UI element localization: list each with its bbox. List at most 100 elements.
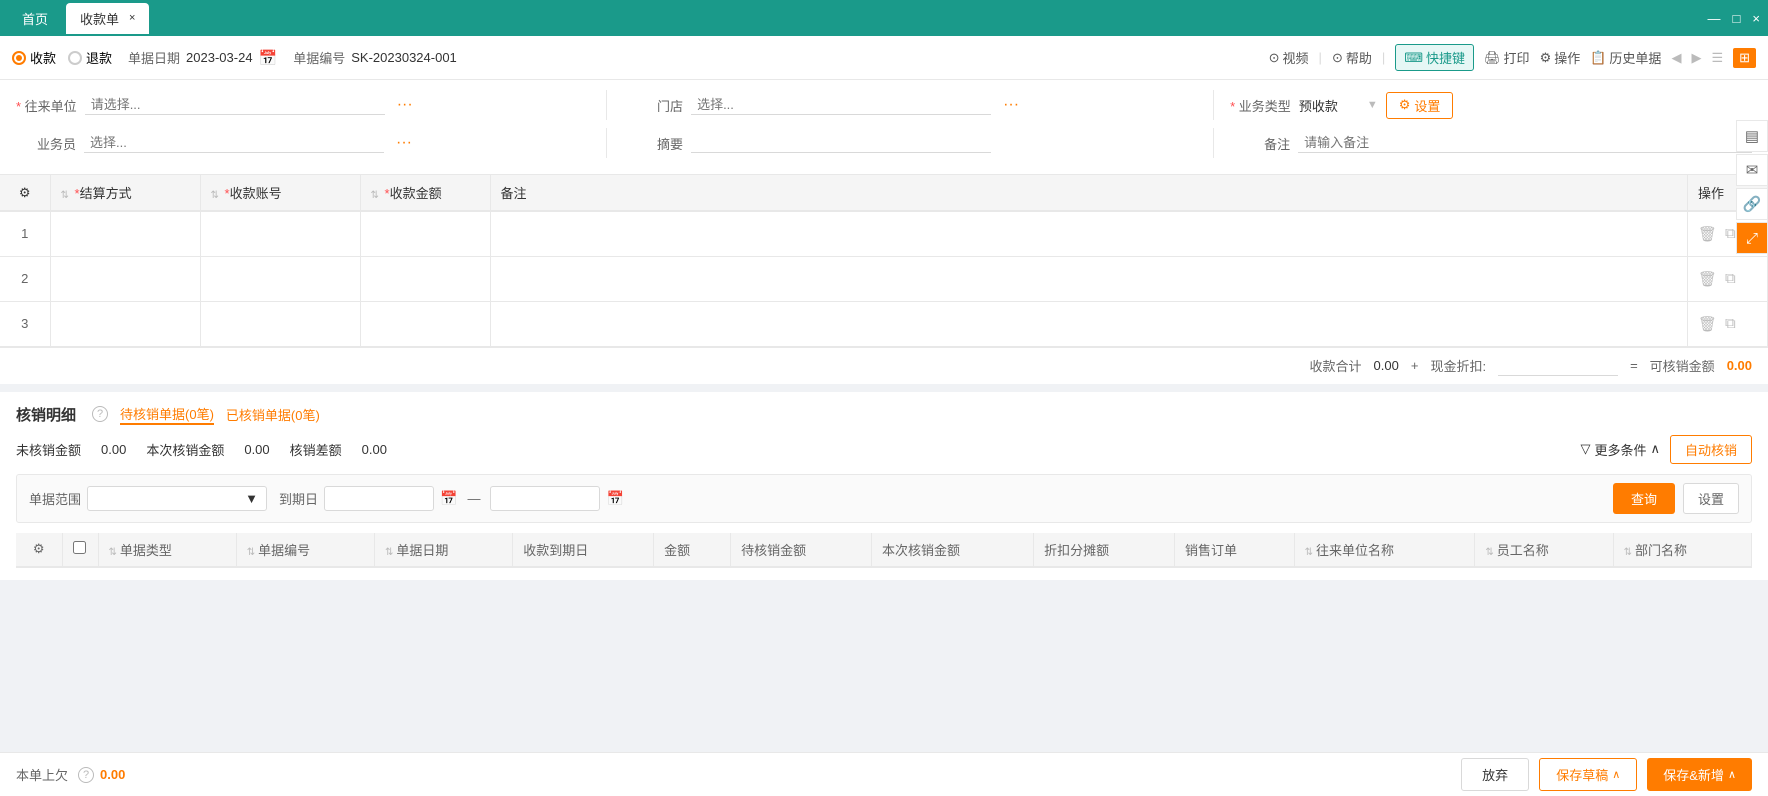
nuclear-tab-pending[interactable]: 待核销单据(0笔)	[120, 404, 214, 425]
print-btn[interactable]: 🖨 打印	[1484, 48, 1530, 67]
refund-radio[interactable]: 退款	[68, 48, 112, 67]
salesperson-section: 业务员 ···	[16, 133, 590, 153]
date-from-input[interactable]: 2022-04-01	[324, 486, 434, 511]
diff-label: 核销差额	[290, 440, 342, 459]
row-method-3[interactable]	[50, 301, 200, 346]
date-range-separator: —	[467, 491, 480, 506]
window-close-icon[interactable]: ×	[1752, 11, 1760, 26]
delete-icon-1[interactable]: 🗑	[1698, 225, 1717, 243]
sidebar-expand-icon[interactable]: ⤢	[1736, 222, 1768, 254]
nav-prev-icon[interactable]: ◀	[1671, 50, 1681, 66]
row-note-1[interactable]	[490, 211, 1688, 256]
footer-carry-forward: 本单上欠 ? 0.00	[16, 765, 125, 784]
row-note-2[interactable]	[490, 256, 1688, 301]
window-minimize-icon[interactable]: —	[1708, 11, 1721, 26]
form-row-2: 业务员 ··· 摘要 备注	[16, 128, 1752, 158]
row-action-2: 🗑 ⧉	[1688, 256, 1768, 301]
sidebar-email-icon[interactable]: ✉	[1736, 154, 1768, 186]
date-to-input[interactable]: 2022-04-12	[490, 486, 600, 511]
help-btn[interactable]: ⊙ 帮助	[1332, 48, 1372, 67]
setting-button[interactable]: ⚙ 设置	[1386, 92, 1454, 119]
save-new-button[interactable]: 保存&新增 ∧	[1647, 758, 1752, 791]
sort-employee: ⇅	[1485, 547, 1493, 558]
carry-forward-label: 本单上欠	[16, 765, 68, 784]
delete-icon-2[interactable]: 🗑	[1698, 270, 1717, 288]
nuclear-section: 核销明细 ? 待核销单据(0笔) 已核销单据(0笔) 未核销金额 0.00 本次…	[0, 392, 1768, 580]
business-type-dropdown-icon[interactable]: ▼	[1367, 99, 1378, 111]
row-amount-2[interactable]	[360, 256, 490, 301]
copy-icon-3[interactable]: ⧉	[1725, 315, 1736, 332]
copy-icon-2[interactable]: ⧉	[1725, 270, 1736, 287]
window-maximize-icon[interactable]: □	[1733, 11, 1741, 26]
list-view-icon[interactable]: ☰	[1711, 50, 1723, 66]
shortcut-label: 快捷键	[1426, 48, 1465, 67]
table-row: 1 🗑 ⧉	[0, 211, 1768, 256]
row-method-1[interactable]	[50, 211, 200, 256]
footer-buttons: 放弃 保存草稿 ∧ 保存&新增 ∧	[1461, 758, 1752, 791]
query-button[interactable]: 查询	[1613, 483, 1675, 514]
partner-input[interactable]	[85, 95, 385, 115]
row-note-3[interactable]	[490, 301, 1688, 346]
store-more-icon[interactable]: ···	[999, 96, 1023, 114]
th-setting[interactable]: ⚙	[0, 175, 50, 211]
auto-nuclear-btn[interactable]: 自动核销	[1670, 435, 1752, 464]
range-select[interactable]: ▼	[87, 486, 267, 511]
range-select-arrow: ▼	[245, 491, 258, 506]
net-value: 0.00	[1727, 358, 1752, 373]
row-amount-1[interactable]	[360, 211, 490, 256]
tab-home[interactable]: 首页	[8, 3, 62, 34]
save-draft-label: 保存草稿	[1556, 765, 1608, 784]
video-btn[interactable]: ⊙ 视频	[1269, 48, 1309, 67]
grid-view-icon[interactable]: ⊞	[1733, 48, 1756, 68]
partner-label: 往来单位	[16, 96, 77, 115]
sort-dept: ⇅	[1624, 547, 1632, 558]
toolbar: 收款 退款 单据日期 2023-03-24 📅 单据编号 SK-20230324…	[0, 36, 1768, 80]
calendar-to-icon[interactable]: 📅	[606, 490, 623, 507]
select-all-checkbox[interactable]	[73, 541, 86, 554]
salesperson-more-icon[interactable]: ···	[392, 134, 416, 152]
discount-input[interactable]	[1498, 356, 1618, 376]
more-conditions-btn[interactable]: ▽ 更多条件 ∧	[1580, 440, 1660, 459]
nuclear-info-icon[interactable]: ?	[92, 406, 108, 422]
operation-btn[interactable]: ⚙ 操作	[1540, 48, 1581, 67]
sidebar-attach-icon[interactable]: 🔗	[1736, 188, 1768, 220]
calendar-from-icon[interactable]: 📅	[440, 490, 457, 507]
business-type-section: 业务类型 预收款 ▼ ⚙ 设置	[1230, 92, 1752, 119]
table-settings-icon[interactable]: ⚙	[19, 185, 31, 200]
tab-receipt[interactable]: 收款单 ×	[66, 3, 149, 34]
shortcut-btn[interactable]: ⌨ 快捷键	[1395, 44, 1474, 71]
remark-input[interactable]	[1298, 133, 1752, 153]
summary-input[interactable]	[691, 133, 991, 153]
bottom-settings-icon[interactable]: ⚙	[33, 541, 45, 556]
copy-icon-1[interactable]: ⧉	[1725, 225, 1736, 242]
bth-dept: ⇅部门名称	[1613, 533, 1751, 567]
tab-close-icon[interactable]: ×	[129, 12, 135, 24]
row-amount-3[interactable]	[360, 301, 490, 346]
salesperson-input[interactable]	[84, 133, 384, 153]
store-section: 门店 ···	[623, 95, 1197, 115]
row-method-2[interactable]	[50, 256, 200, 301]
row-account-3[interactable]	[200, 301, 360, 346]
delete-icon-3[interactable]: 🗑	[1698, 315, 1717, 333]
calendar-icon[interactable]: 📅	[259, 49, 278, 67]
bth-setting[interactable]: ⚙	[16, 533, 62, 567]
store-input[interactable]	[691, 95, 991, 115]
nuclear-tab-done[interactable]: 已核销单据(0笔)	[226, 405, 320, 424]
history-btn[interactable]: 📋 历史单据	[1590, 48, 1661, 67]
operation-label: 操作	[1554, 48, 1580, 67]
row-account-2[interactable]	[200, 256, 360, 301]
partner-more-icon[interactable]: ···	[393, 96, 417, 114]
th-note: 备注	[490, 175, 1688, 211]
carry-forward-info-icon[interactable]: ?	[78, 767, 94, 783]
save-draft-button[interactable]: 保存草稿 ∧	[1539, 758, 1637, 791]
store-label: 门店	[623, 96, 683, 115]
nuclear-settings-btn[interactable]: 设置	[1683, 483, 1739, 514]
abandon-button[interactable]: 放弃	[1461, 758, 1529, 791]
nav-next-icon[interactable]: ▶	[1691, 50, 1701, 66]
sidebar-table-icon[interactable]: ▤	[1736, 120, 1768, 152]
row-account-1[interactable]	[200, 211, 360, 256]
setting-label: 设置	[1414, 96, 1440, 115]
save-draft-arrow: ∧	[1612, 768, 1620, 781]
receipt-radio[interactable]: 收款	[12, 48, 56, 67]
total-label: 收款合计	[1310, 356, 1362, 375]
